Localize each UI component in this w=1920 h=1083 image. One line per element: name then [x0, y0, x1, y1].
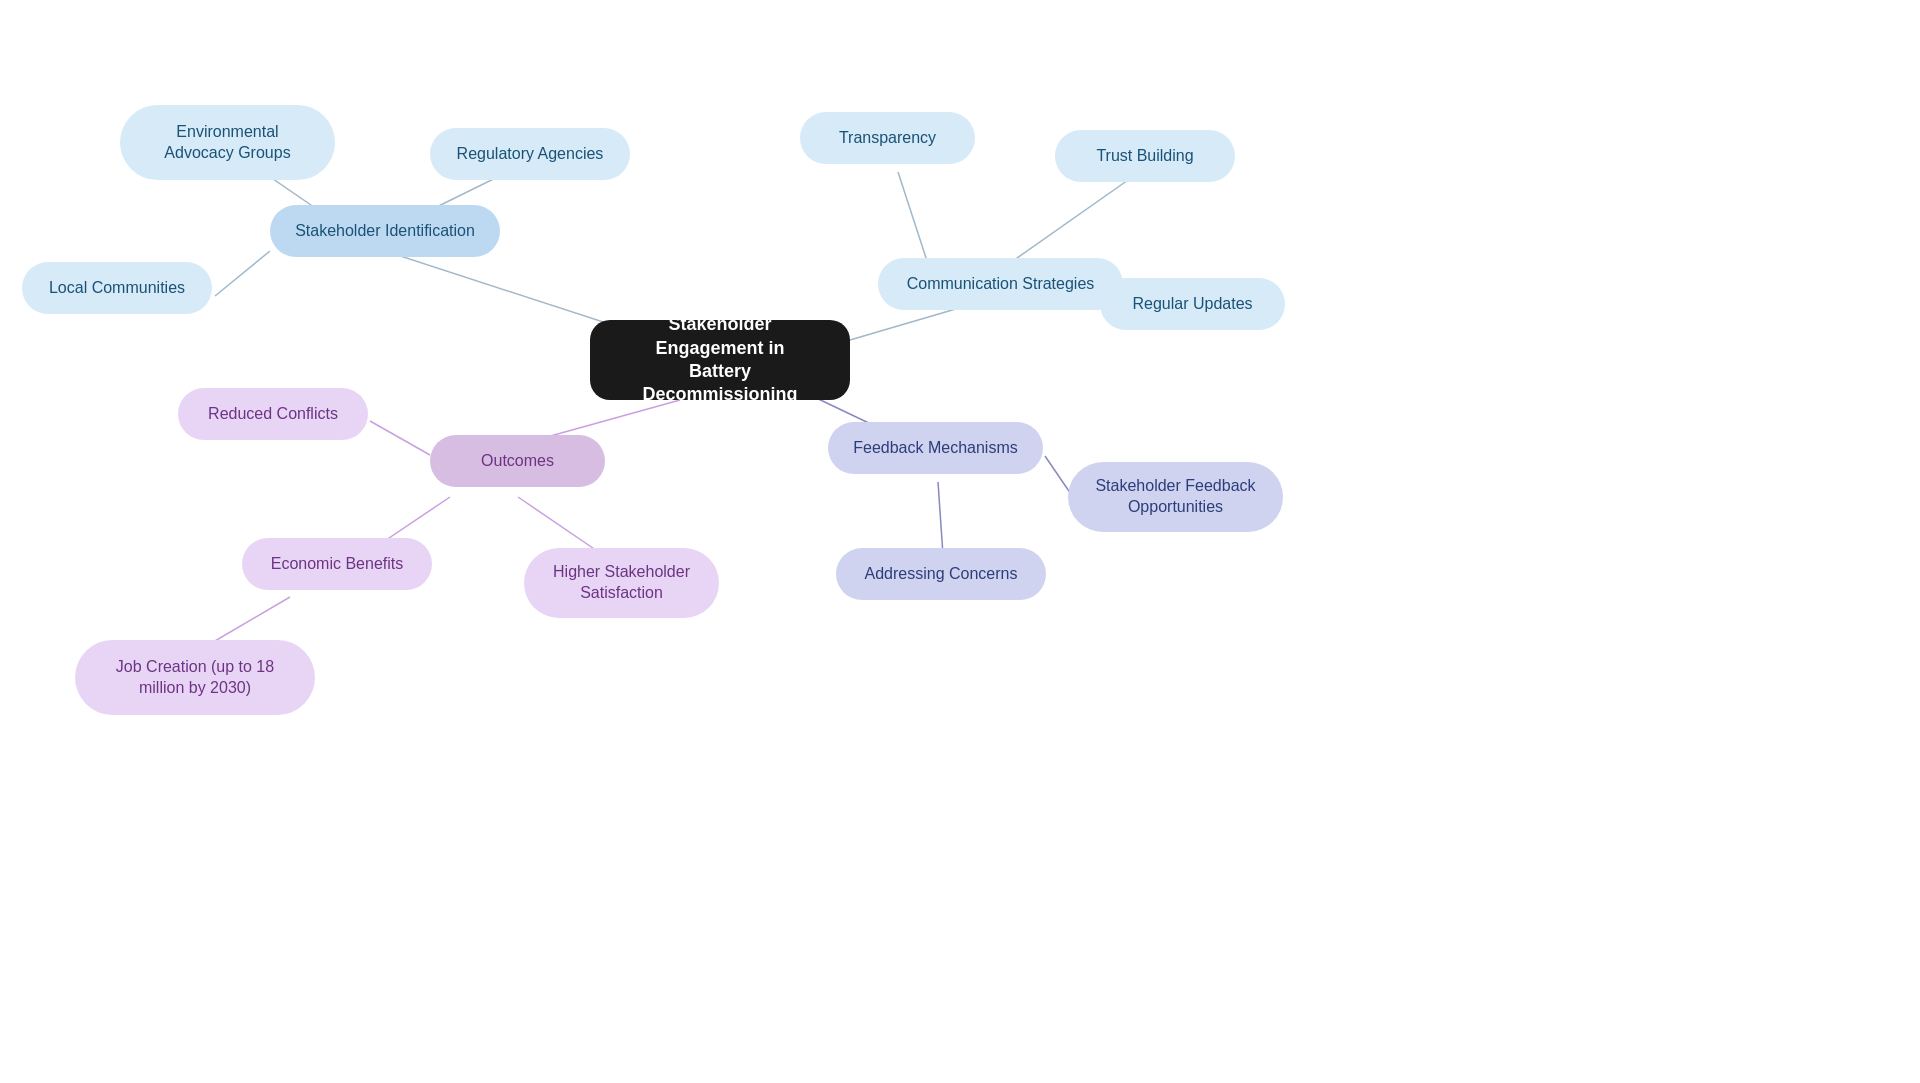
svg-line-3	[215, 251, 270, 296]
regulatory-label: Regulatory Agencies	[457, 144, 604, 165]
addressing-concerns-label: Addressing Concerns	[865, 564, 1018, 585]
regular-updates-node: Regular Updates	[1100, 278, 1285, 330]
stakeholder-feedback-node: Stakeholder Feedback Opportunities	[1068, 462, 1283, 532]
economic-benefits-node: Economic Benefits	[242, 538, 432, 590]
reduced-conflicts-node: Reduced Conflicts	[178, 388, 368, 440]
stakeholder-id-label: Stakeholder Identification	[295, 221, 475, 242]
communication-strategies-node: Communication Strategies	[878, 258, 1123, 310]
regulatory-agencies-node: Regulatory Agencies	[430, 128, 630, 180]
higher-satisfaction-label: Higher Stakeholder Satisfaction	[546, 562, 697, 604]
environmental-advocacy-node: Environmental Advocacy Groups	[120, 105, 335, 180]
outcomes-label: Outcomes	[481, 451, 554, 472]
transparency-label: Transparency	[839, 128, 936, 149]
center-node: Stakeholder Engagement in Battery Decomm…	[590, 320, 850, 400]
addressing-concerns-node: Addressing Concerns	[836, 548, 1046, 600]
center-label: Stakeholder Engagement in Battery Decomm…	[622, 313, 818, 407]
transparency-node: Transparency	[800, 112, 975, 164]
svg-line-15	[938, 482, 943, 555]
trust-building-node: Trust Building	[1055, 130, 1235, 182]
job-creation-label: Job Creation (up to 18 million by 2030)	[97, 657, 293, 699]
reduced-conflicts-label: Reduced Conflicts	[208, 404, 338, 425]
higher-satisfaction-node: Higher Stakeholder Satisfaction	[524, 548, 719, 618]
stakeholder-feedback-label: Stakeholder Feedback Opportunities	[1090, 476, 1261, 518]
svg-line-9	[370, 421, 430, 455]
feedback-mechanisms-label: Feedback Mechanisms	[853, 438, 1018, 459]
local-communities-label: Local Communities	[49, 278, 185, 299]
svg-line-5	[898, 172, 930, 270]
outcomes-node: Outcomes	[430, 435, 605, 487]
stakeholder-identification-node: Stakeholder Identification	[270, 205, 500, 257]
local-communities-node: Local Communities	[22, 262, 212, 314]
comm-strategies-label: Communication Strategies	[907, 274, 1095, 295]
env-advocacy-label: Environmental Advocacy Groups	[142, 122, 313, 164]
trust-building-label: Trust Building	[1096, 146, 1193, 167]
feedback-mechanisms-node: Feedback Mechanisms	[828, 422, 1043, 474]
regular-updates-label: Regular Updates	[1132, 294, 1252, 315]
economic-benefits-label: Economic Benefits	[271, 554, 404, 575]
job-creation-node: Job Creation (up to 18 million by 2030)	[75, 640, 315, 715]
